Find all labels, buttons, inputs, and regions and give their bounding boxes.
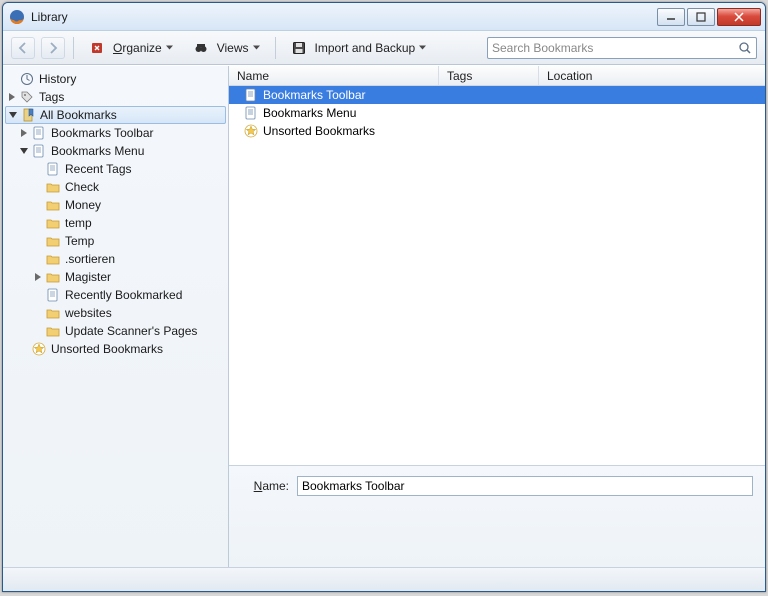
twist-icon[interactable] [33,272,43,282]
caret-icon [419,44,426,51]
twist-icon[interactable] [19,128,29,138]
caret-icon [166,44,173,51]
firefox-icon [9,9,25,25]
twist-icon[interactable] [8,110,18,120]
tag-icon [19,89,35,105]
binoculars-icon [193,40,209,56]
sidebar-item-bookmarks-menu[interactable]: Bookmarks Menu [3,142,228,160]
sidebar-item-update-scanner[interactable]: Update Scanner's Pages [3,322,228,340]
sidebar-item-bookmarks-toolbar[interactable]: Bookmarks Toolbar [3,124,228,142]
maximize-button[interactable] [687,8,715,26]
sidebar-item-check[interactable]: Check [3,178,228,196]
sidebar-item-tags[interactable]: Tags [3,88,228,106]
list-item[interactable]: Bookmarks Toolbar [229,86,765,104]
import-backup-label: Import and Backup [315,41,416,55]
library-window: Library Organize Views Import and Backup [2,2,766,592]
page-icon [45,287,61,303]
folder-icon [45,215,61,231]
details-panel: Name: [229,465,765,567]
list-item[interactable]: Unsorted Bookmarks [229,122,765,140]
page-icon [243,105,259,121]
bookmark-list: Bookmarks Toolbar Bookmarks Menu Unsorte… [229,86,765,465]
col-location[interactable]: Location [539,66,765,85]
organize-label: rganize [122,41,161,55]
col-tags[interactable]: Tags [439,66,539,85]
forward-button[interactable] [41,37,65,59]
page-icon [45,161,61,177]
search-icon [738,41,752,55]
star-icon [31,341,47,357]
sidebar-item-recent-tags[interactable]: Recent Tags [3,160,228,178]
disk-icon [291,40,307,56]
folder-icon [45,305,61,321]
sidebar-item-temp2[interactable]: Temp [3,232,228,250]
folder-icon [45,251,61,267]
sidebar: History Tags All Bookmarks Bookmarks Too… [3,66,229,567]
twist-icon[interactable] [19,146,29,156]
folder-icon [45,179,61,195]
caret-icon [253,44,260,51]
sidebar-item-recently-bookmarked[interactable]: Recently Bookmarked [3,286,228,304]
views-label: Views [217,41,249,55]
folder-icon [45,233,61,249]
organize-icon [89,40,105,56]
col-name[interactable]: Name [229,66,439,85]
column-headers: Name Tags Location [229,66,765,86]
page-icon [31,143,47,159]
page-icon [31,125,47,141]
folder-icon [45,269,61,285]
sidebar-item-sortieren[interactable]: .sortieren [3,250,228,268]
search-input[interactable] [492,41,738,55]
toolbar: Organize Views Import and Backup [3,31,765,65]
name-field[interactable] [297,476,753,496]
back-button[interactable] [11,37,35,59]
sidebar-item-all-bookmarks[interactable]: All Bookmarks [5,106,226,124]
window-title: Library [31,10,657,24]
folder-icon [45,323,61,339]
views-button[interactable]: Views [186,36,267,60]
sidebar-item-magister[interactable]: Magister [3,268,228,286]
name-label: Name: [241,479,289,493]
close-button[interactable] [717,8,761,26]
sidebar-item-temp1[interactable]: temp [3,214,228,232]
clock-icon [19,71,35,87]
search-box[interactable] [487,37,757,59]
list-item[interactable]: Bookmarks Menu [229,104,765,122]
twist-icon[interactable] [7,92,17,102]
sidebar-item-money[interactable]: Money [3,196,228,214]
titlebar[interactable]: Library [3,3,765,31]
statusbar [3,567,765,591]
organize-button[interactable]: Organize [82,36,180,60]
bookmark-icon [20,107,36,123]
star-icon [243,123,259,139]
import-backup-button[interactable]: Import and Backup [284,36,434,60]
folder-icon [45,197,61,213]
sidebar-item-websites[interactable]: websites [3,304,228,322]
minimize-button[interactable] [657,8,685,26]
sidebar-item-history[interactable]: History [3,70,228,88]
sidebar-item-unsorted[interactable]: Unsorted Bookmarks [3,340,228,358]
page-icon [243,87,259,103]
main-panel: Name Tags Location Bookmarks Toolbar Boo… [229,66,765,567]
